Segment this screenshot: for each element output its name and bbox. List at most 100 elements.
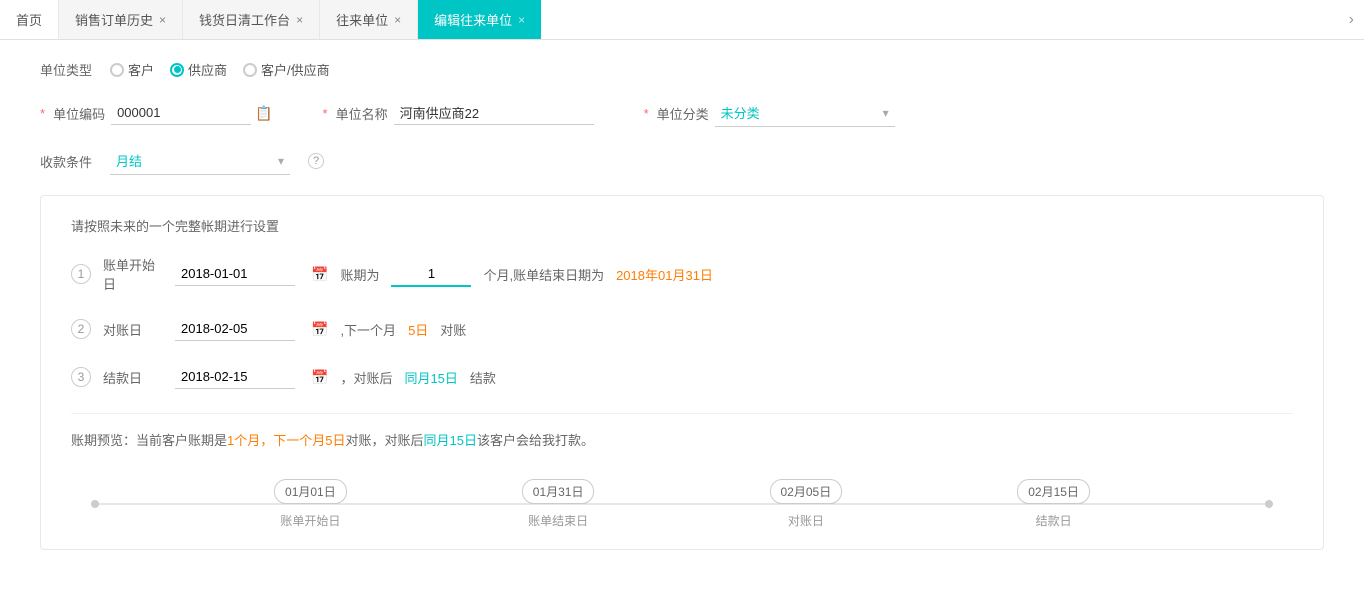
- payment-select[interactable]: 月结 ▾: [110, 147, 290, 175]
- period-row3-suffix: 结款: [470, 368, 496, 387]
- radio-circle-customer: [110, 63, 124, 77]
- unit-category-select[interactable]: 未分类 ▾: [715, 99, 895, 127]
- close-icon[interactable]: ×: [394, 13, 401, 27]
- calendar-icon[interactable]: 📋: [255, 105, 272, 122]
- preview-suffix: 该客户会给我打款。: [477, 433, 594, 448]
- tab-cash-workbench-label: 钱货日清工作台: [199, 10, 290, 29]
- radio-customer[interactable]: 客户: [110, 60, 154, 79]
- close-icon[interactable]: ×: [296, 13, 303, 27]
- period-date-input-1[interactable]: [175, 262, 295, 286]
- period-row-1: 1 账单开始日 📅 账期为 个月,账单结束日期为 2018年01月31日: [71, 255, 1293, 293]
- radio-circle-both: [243, 63, 257, 77]
- tab-arrow[interactable]: ›: [1339, 0, 1364, 39]
- period-row3-prefix: ，对账后: [340, 368, 392, 387]
- period-field-label-3: 结款日: [103, 368, 163, 387]
- unit-code-input[interactable]: [111, 101, 251, 125]
- timeline-label-4: 结款日: [1036, 512, 1072, 529]
- period-months-input[interactable]: [391, 262, 471, 287]
- radio-circle-supplier: [170, 63, 184, 77]
- period-num-3: 3: [71, 367, 91, 387]
- period-months-suffix: 个月,账单结束日期为: [483, 265, 604, 284]
- tab-partners[interactable]: 往来单位 ×: [320, 0, 418, 39]
- tab-sales-history-label: 销售订单历史: [75, 10, 153, 29]
- unit-name-group: * 单位名称: [323, 101, 594, 125]
- period-row3-highlight: 同月15日: [404, 368, 457, 387]
- period-box-title: 请按照未来的一个完整帐期进行设置: [71, 216, 1293, 235]
- radio-supplier-label: 供应商: [188, 60, 227, 79]
- preview-section: 账期预览：当前客户账期是1个月，下一个月5日对账，对账后同月15日该客户会给我打…: [71, 413, 1293, 529]
- close-icon[interactable]: ×: [518, 13, 525, 27]
- preview-prefix: 账期预览：当前客户账期是: [71, 433, 227, 448]
- timeline-badge-1: 01月01日: [274, 479, 347, 504]
- preview-part3: 同月15日: [424, 433, 477, 448]
- chevron-down-icon: ▾: [883, 106, 889, 120]
- close-icon[interactable]: ×: [159, 13, 166, 27]
- calendar-icon-1[interactable]: 📅: [311, 266, 328, 283]
- tab-cash-workbench[interactable]: 钱货日清工作台 ×: [183, 0, 320, 39]
- period-end-date: 2018年01月31日: [616, 265, 713, 284]
- tab-bar: 首页 销售订单历史 × 钱货日清工作台 × 往来单位 × 编辑往来单位 × ›: [0, 0, 1364, 40]
- period-row2-highlight: 5日: [408, 320, 428, 339]
- timeline-label-3: 对账日: [788, 512, 824, 529]
- required-star-category: *: [644, 106, 649, 121]
- timeline-badge-3: 02月05日: [770, 479, 843, 504]
- period-date-input-3[interactable]: [175, 365, 295, 389]
- unit-type-row: 单位类型 客户 供应商 客户/供应商: [40, 60, 1324, 79]
- preview-text: 账期预览：当前客户账期是1个月，下一个月5日对账，对账后同月15日该客户会给我打…: [71, 430, 1293, 449]
- unit-code-label: 单位编码: [53, 104, 105, 123]
- period-num-1: 1: [71, 264, 91, 284]
- tab-edit-partner[interactable]: 编辑往来单位 ×: [418, 0, 541, 39]
- tab-home-label: 首页: [16, 10, 42, 29]
- timeline-point-2: 01月31日 账单结束日: [522, 479, 595, 529]
- tab-home[interactable]: 首页: [0, 0, 59, 39]
- period-field-label-1: 账单开始日: [103, 255, 163, 293]
- timeline-line: [91, 504, 1273, 505]
- timeline-badge-4: 02月15日: [1017, 479, 1090, 504]
- unit-category-group: * 单位分类 未分类 ▾: [644, 99, 895, 127]
- timeline-badge-2: 01月31日: [522, 479, 595, 504]
- timeline-dot-end: [1265, 500, 1273, 508]
- unit-code-group: * 单位编码 📋: [40, 101, 273, 125]
- unit-category-label: 单位分类: [657, 104, 709, 123]
- chevron-down-icon: ▾: [278, 154, 284, 168]
- preview-middle: 对账，对账后: [345, 433, 423, 448]
- help-icon[interactable]: ?: [308, 153, 324, 169]
- unit-name-input[interactable]: [394, 101, 594, 125]
- payment-row: 收款条件 月结 ▾ ?: [40, 147, 1324, 175]
- radio-supplier[interactable]: 供应商: [170, 60, 227, 79]
- timeline-label-1: 账单开始日: [280, 512, 340, 529]
- tab-edit-partner-label: 编辑往来单位: [434, 10, 512, 29]
- timeline-dot-start: [91, 500, 99, 508]
- timeline-point-1: 01月01日 账单开始日: [274, 479, 347, 529]
- unit-type-label: 单位类型: [40, 60, 92, 79]
- period-row-3: 3 结款日 📅 ，对账后同月15日结款: [71, 365, 1293, 389]
- preview-part2: 下一个月5日: [273, 433, 345, 448]
- payment-label: 收款条件: [40, 152, 92, 171]
- fields-row: * 单位编码 📋 * 单位名称 * 单位分类 未分类 ▾: [40, 99, 1324, 127]
- radio-group-unit-type: 客户 供应商 客户/供应商: [110, 60, 330, 79]
- period-num-2: 2: [71, 319, 91, 339]
- required-star-name: *: [323, 106, 328, 121]
- radio-both-label: 客户/供应商: [261, 60, 330, 79]
- required-star-code: *: [40, 106, 45, 121]
- period-row2-prefix: ,下一个月: [340, 320, 396, 339]
- period-after-text-1: 账期为: [340, 265, 379, 284]
- payment-value: 月结: [116, 151, 278, 170]
- timeline-container: 01月01日 账单开始日 01月31日 账单结束日 02月05日 对账日 02月…: [71, 479, 1293, 529]
- period-field-label-2: 对账日: [103, 320, 163, 339]
- period-date-input-2[interactable]: [175, 317, 295, 341]
- calendar-icon-3[interactable]: 📅: [311, 369, 328, 386]
- main-content: 单位类型 客户 供应商 客户/供应商 * 单位编码 📋: [0, 40, 1364, 608]
- unit-code-input-wrapper: 📋: [111, 101, 272, 125]
- radio-customer-label: 客户: [128, 60, 154, 79]
- period-row2-suffix: 对账: [440, 320, 466, 339]
- calendar-icon-2[interactable]: 📅: [311, 321, 328, 338]
- preview-part1: 1个月，: [227, 433, 273, 448]
- period-row-2: 2 对账日 📅 ,下一个月 5日对账: [71, 317, 1293, 341]
- tab-partners-label: 往来单位: [336, 10, 388, 29]
- tab-sales-history[interactable]: 销售订单历史 ×: [59, 0, 183, 39]
- radio-both[interactable]: 客户/供应商: [243, 60, 330, 79]
- timeline-label-2: 账单结束日: [528, 512, 588, 529]
- period-box: 请按照未来的一个完整帐期进行设置 1 账单开始日 📅 账期为 个月,账单结束日期…: [40, 195, 1324, 550]
- unit-category-value: 未分类: [721, 103, 883, 122]
